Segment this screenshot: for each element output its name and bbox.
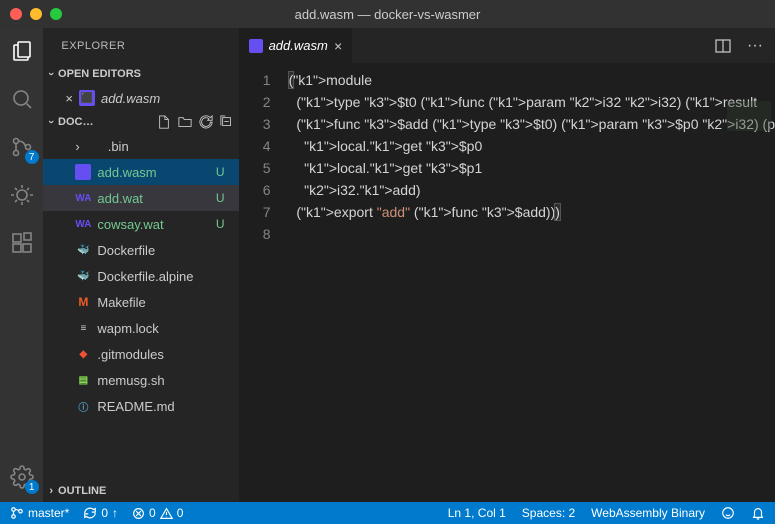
- window-controls[interactable]: [10, 8, 62, 20]
- chevron-down-icon: ›: [45, 72, 57, 76]
- close-icon[interactable]: ×: [65, 91, 73, 106]
- notifications-icon[interactable]: [751, 506, 765, 520]
- collapse-all-icon[interactable]: [219, 114, 235, 130]
- file-item[interactable]: add.wasm U: [43, 159, 238, 185]
- maximize-window-icon[interactable]: [50, 8, 62, 20]
- file-name: add.wasm: [97, 165, 210, 180]
- wat-file-icon: WA: [75, 190, 91, 206]
- file-name: add.wat: [97, 191, 210, 206]
- git-status: U: [216, 165, 229, 179]
- outline-section[interactable]: › OUTLINE: [43, 480, 238, 502]
- debug-activity-icon[interactable]: [9, 182, 35, 208]
- code-editor[interactable]: 12345678 ("k1">module ("k1">type "k3">$t…: [239, 63, 775, 502]
- wat-file-icon: WA: [75, 216, 91, 232]
- settings-activity-icon[interactable]: 1: [9, 464, 35, 490]
- folder-section[interactable]: › DOC…: [43, 111, 238, 133]
- file-name: memusg.sh: [97, 373, 228, 388]
- file-name: cowsay.wat: [97, 217, 210, 232]
- errors-count: 0: [149, 506, 156, 520]
- git-branch-status[interactable]: master*: [10, 506, 69, 520]
- file-name: wapm.lock: [97, 321, 228, 336]
- window-titlebar: add.wasm — docker-vs-wasmer: [0, 0, 775, 28]
- new-file-icon[interactable]: [156, 114, 172, 130]
- cursor-position[interactable]: Ln 1, Col 1: [448, 506, 506, 520]
- indentation-status[interactable]: Spaces: 2: [522, 506, 575, 520]
- file-item[interactable]: 🐳 Dockerfile: [43, 237, 238, 263]
- activity-bar: 7 1: [0, 28, 43, 502]
- window-title: add.wasm — docker-vs-wasmer: [295, 7, 481, 22]
- info-file-icon: ⓘ: [75, 398, 91, 414]
- more-actions-icon[interactable]: ···: [747, 37, 763, 55]
- chevron-down-icon: ›: [45, 120, 57, 124]
- tab-add-wasm[interactable]: add.wasm ×: [239, 28, 352, 63]
- wasm-file-icon: ⬛: [79, 90, 95, 106]
- folder-icon: [86, 138, 102, 154]
- feedback-icon[interactable]: [721, 506, 735, 520]
- editor-tabs: add.wasm × ···: [239, 28, 775, 63]
- outline-label: OUTLINE: [58, 485, 106, 497]
- close-window-icon[interactable]: [10, 8, 22, 20]
- code-content[interactable]: ("k1">module ("k1">type "k3">$t0 ("k1">f…: [289, 69, 775, 502]
- wasm-file-icon: [75, 164, 91, 180]
- explorer-activity-icon[interactable]: [9, 38, 35, 64]
- file-item[interactable]: WA add.wat U: [43, 185, 238, 211]
- file-item[interactable]: ≡ wapm.lock: [43, 315, 238, 341]
- settings-badge: 1: [25, 480, 39, 494]
- lock-file-icon: ≡: [75, 320, 91, 336]
- file-name: Makefile: [97, 295, 228, 310]
- source-control-activity-icon[interactable]: 7: [9, 134, 35, 160]
- git-file-icon: ◆: [75, 346, 91, 362]
- open-editors-section[interactable]: › OPEN EDITORS: [43, 63, 238, 85]
- new-folder-icon[interactable]: [177, 114, 193, 130]
- file-name: README.md: [97, 399, 228, 414]
- problems-status[interactable]: 0 0: [132, 506, 183, 520]
- sync-status[interactable]: 0↑: [83, 506, 118, 520]
- shell-file-icon: ▤: [75, 372, 91, 388]
- warnings-count: 0: [177, 506, 184, 520]
- file-name: .gitmodules: [97, 347, 228, 362]
- file-item[interactable]: ◆ .gitmodules: [43, 341, 238, 367]
- file-item[interactable]: M Makefile: [43, 289, 238, 315]
- folder-item[interactable]: ›.bin: [43, 133, 238, 159]
- file-name: Dockerfile: [97, 243, 228, 258]
- refresh-icon[interactable]: [198, 114, 214, 130]
- file-item[interactable]: ▤ memusg.sh: [43, 367, 238, 393]
- close-tab-icon[interactable]: ×: [334, 38, 342, 54]
- sync-count: 0: [101, 506, 108, 520]
- file-item[interactable]: 🐳 Dockerfile.alpine: [43, 263, 238, 289]
- git-status: U: [216, 191, 229, 205]
- status-bar: master* 0↑ 0 0 Ln 1, Col 1 Spaces: 2 Web…: [0, 502, 775, 524]
- chevron-right-icon: ›: [49, 485, 53, 497]
- language-mode[interactable]: WebAssembly Binary: [591, 506, 705, 520]
- docker-file-icon: 🐳: [75, 268, 91, 284]
- minimize-window-icon[interactable]: [30, 8, 42, 20]
- sidebar-title: EXPLORER: [43, 28, 238, 63]
- line-gutter: 12345678: [239, 69, 289, 502]
- wasm-file-icon: [249, 39, 263, 53]
- docker-file-icon: 🐳: [75, 242, 91, 258]
- tab-label: add.wasm: [269, 38, 328, 53]
- explorer-sidebar: EXPLORER › OPEN EDITORS × ⬛ add.wasm › D…: [43, 28, 238, 502]
- open-editors-label: OPEN EDITORS: [58, 68, 141, 80]
- scm-badge: 7: [25, 150, 39, 164]
- file-name: Dockerfile.alpine: [97, 269, 228, 284]
- search-activity-icon[interactable]: [9, 86, 35, 112]
- file-item[interactable]: WA cowsay.wat U: [43, 211, 238, 237]
- file-name: add.wasm: [101, 91, 229, 106]
- git-status: U: [216, 217, 229, 231]
- open-editor-item[interactable]: × ⬛ add.wasm: [43, 85, 238, 111]
- split-editor-icon[interactable]: [715, 38, 731, 54]
- makefile-icon: M: [75, 294, 91, 310]
- branch-name: master*: [28, 506, 69, 520]
- minimap[interactable]: [727, 101, 771, 151]
- extensions-activity-icon[interactable]: [9, 230, 35, 256]
- editor-area: add.wasm × ··· 12345678 ("k1">module ("k…: [239, 28, 775, 502]
- file-item[interactable]: ⓘ README.md: [43, 393, 238, 419]
- file-name: .bin: [108, 139, 229, 154]
- folder-label: DOC…: [58, 116, 93, 128]
